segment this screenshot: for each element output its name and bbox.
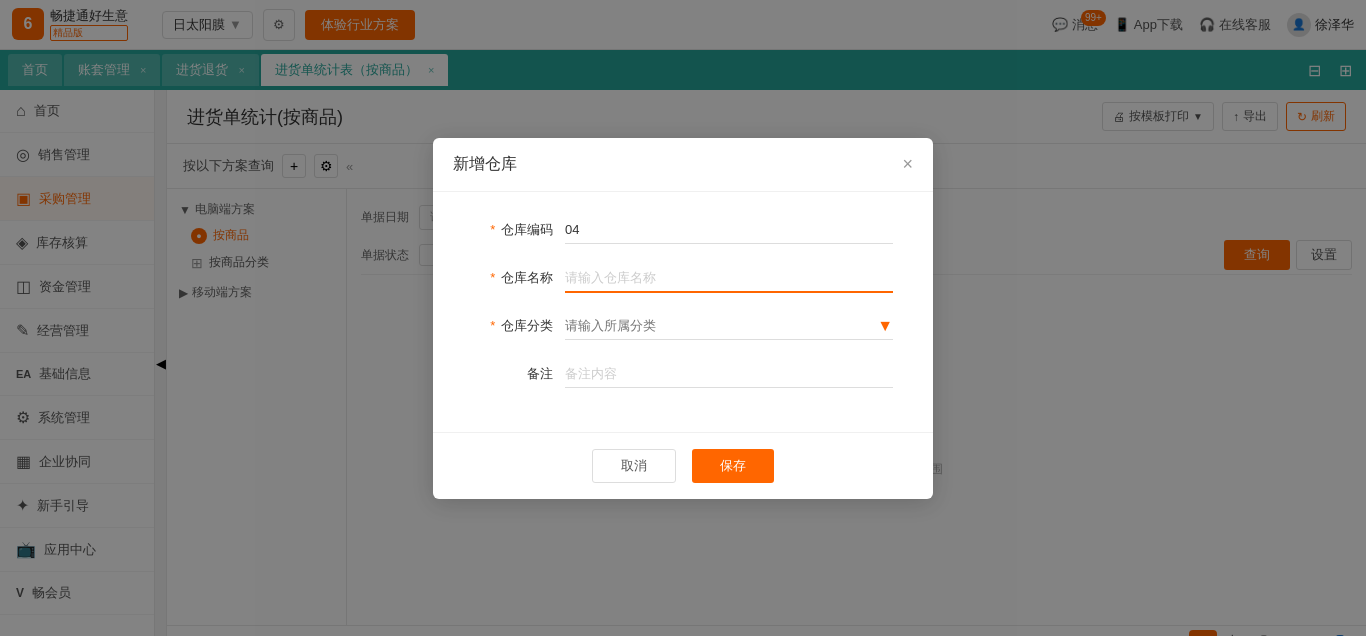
category-dropdown-arrow-icon: ▼	[877, 317, 893, 335]
form-row-note: 备注	[473, 360, 893, 388]
dialog-close-button[interactable]: ×	[902, 155, 913, 173]
dialog-title: 新增仓库	[453, 154, 517, 175]
form-row-name: * 仓库名称	[473, 264, 893, 293]
dialog-overlay: 新增仓库 × * 仓库编码 * 仓库名称	[0, 0, 1366, 636]
code-input[interactable]	[565, 216, 893, 244]
category-select[interactable]: ▼	[565, 313, 893, 340]
code-label: * 仓库编码	[473, 221, 553, 239]
category-input[interactable]	[565, 318, 877, 333]
note-input[interactable]	[565, 360, 893, 388]
form-row-category: * 仓库分类 ▼	[473, 313, 893, 340]
name-label: * 仓库名称	[473, 269, 553, 287]
save-button[interactable]: 保存	[692, 449, 774, 483]
dialog-footer: 取消 保存	[433, 432, 933, 499]
category-label: * 仓库分类	[473, 317, 553, 335]
dialog-header: 新增仓库 ×	[433, 138, 933, 192]
name-input[interactable]	[565, 264, 893, 293]
form-row-code: * 仓库编码	[473, 216, 893, 244]
dialog-body: * 仓库编码 * 仓库名称 * 仓库分类	[433, 192, 933, 432]
cancel-button[interactable]: 取消	[592, 449, 676, 483]
new-warehouse-dialog: 新增仓库 × * 仓库编码 * 仓库名称	[433, 138, 933, 499]
note-label: 备注	[473, 365, 553, 383]
